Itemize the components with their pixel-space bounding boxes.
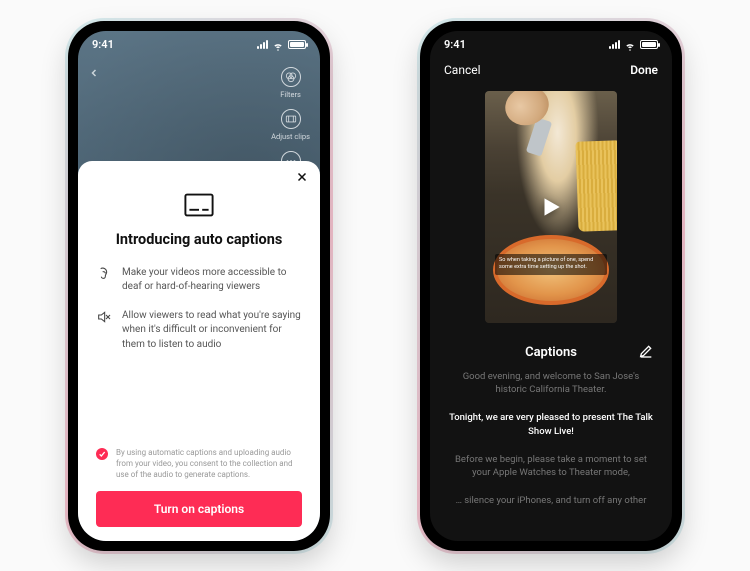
signal-icon <box>257 40 268 49</box>
ear-icon <box>96 266 112 282</box>
back-button[interactable] <box>88 65 100 85</box>
captions-icon <box>183 191 215 219</box>
captions-title: Captions <box>525 345 577 360</box>
video-frame-detail <box>575 140 617 231</box>
signal-icon <box>609 40 620 49</box>
feature-readability-text: Allow viewers to read what you're saying… <box>122 309 302 353</box>
caption-line-active[interactable]: Tonight, we are very pleased to present … <box>448 411 654 439</box>
caption-lines[interactable]: Good evening, and welcome to San Jose's … <box>448 370 654 508</box>
phone-left: 9:41 Filters Adjust clips <box>68 21 330 551</box>
play-icon[interactable] <box>538 194 564 220</box>
caption-line[interactable]: … silence your iPhones, and turn off any… <box>448 494 654 508</box>
wifi-icon <box>624 40 636 49</box>
top-bar: Cancel Done <box>430 63 672 77</box>
consent-text: By using automatic captions and uploadin… <box>116 447 302 481</box>
intro-sheet: Introducing auto captions Make your vide… <box>78 161 320 541</box>
status-indicators <box>257 40 306 49</box>
screen-left: 9:41 Filters Adjust clips <box>78 31 320 541</box>
done-button[interactable]: Done <box>630 63 658 77</box>
video-preview[interactable]: So when taking a picture of one, spend s… <box>485 91 617 323</box>
edit-captions-button[interactable] <box>638 343 654 359</box>
status-time: 9:41 <box>92 38 114 51</box>
consent-check-icon <box>96 448 108 460</box>
consent-row: By using automatic captions and uploadin… <box>96 439 302 481</box>
screen-right: 9:41 Cancel Done So when taking a pictur… <box>430 31 672 541</box>
captions-header: Captions <box>448 341 654 370</box>
wifi-icon <box>272 40 284 49</box>
feature-accessibility: Make your videos more accessible to deaf… <box>96 266 302 295</box>
feature-accessibility-text: Make your videos more accessible to deaf… <box>122 266 302 295</box>
battery-icon <box>640 40 658 49</box>
sheet-title: Introducing auto captions <box>96 231 302 248</box>
feature-list: Make your videos more accessible to deaf… <box>96 266 302 353</box>
overlay-caption: So when taking a picture of one, spend s… <box>495 254 607 274</box>
adjust-clips-icon <box>281 109 301 129</box>
status-bar: 9:41 <box>78 31 320 59</box>
status-time: 9:41 <box>444 38 466 51</box>
filters-tool[interactable]: Filters <box>280 67 301 99</box>
turn-on-captions-button[interactable]: Turn on captions <box>96 491 302 527</box>
status-indicators <box>609 40 658 49</box>
cancel-button[interactable]: Cancel <box>444 63 481 77</box>
filters-icon <box>281 67 301 87</box>
editor-side-tools: Filters Adjust clips <box>271 67 310 171</box>
adjust-clips-tool[interactable]: Adjust clips <box>271 109 310 141</box>
sound-off-icon <box>96 309 112 325</box>
caption-line[interactable]: Good evening, and welcome to San Jose's … <box>448 370 654 398</box>
filters-label: Filters <box>280 90 301 99</box>
feature-readability: Allow viewers to read what you're saying… <box>96 309 302 353</box>
captions-panel: Captions Good evening, and welcome to Sa… <box>430 341 672 541</box>
battery-icon <box>288 40 306 49</box>
status-bar: 9:41 <box>430 31 672 59</box>
close-button[interactable] <box>296 171 308 183</box>
adjust-clips-label: Adjust clips <box>271 132 310 141</box>
phone-right: 9:41 Cancel Done So when taking a pictur… <box>420 21 682 551</box>
caption-line[interactable]: Before we begin, please take a moment to… <box>448 453 654 481</box>
